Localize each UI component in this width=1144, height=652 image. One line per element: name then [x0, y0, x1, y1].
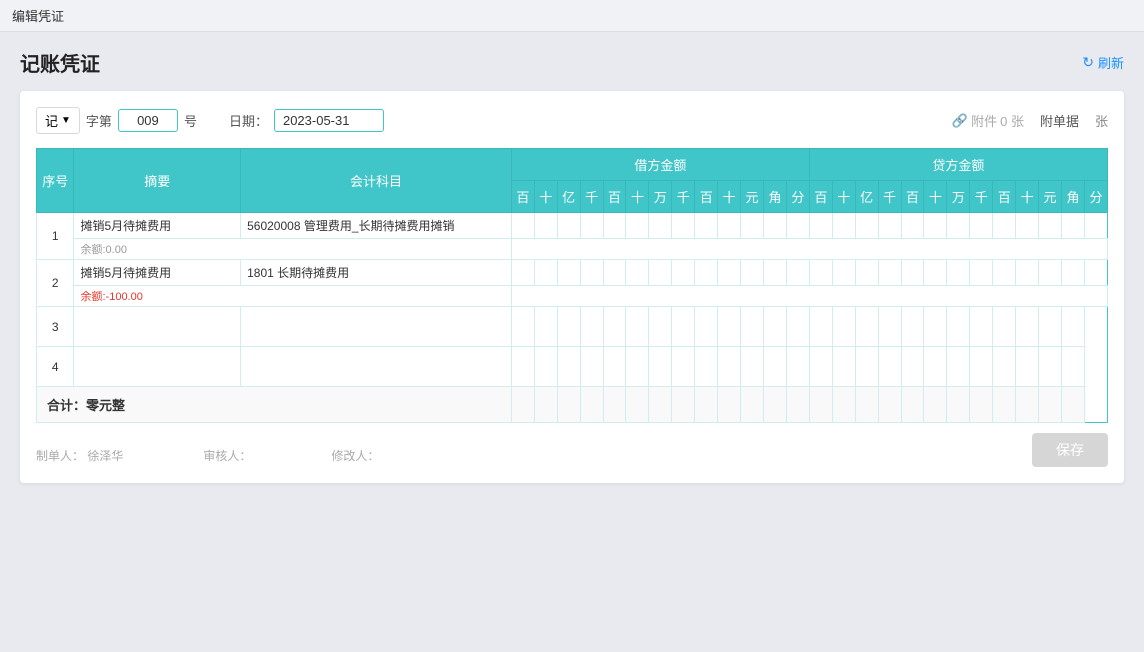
- voucher-table: 序号 摘要 会计科目 借方金额 贷方金额 百 十 亿 千 百 十 万 千 百: [36, 148, 1108, 423]
- debit-char-2: 十: [534, 181, 557, 213]
- table-row: 4: [37, 347, 1108, 387]
- header-summary: 摘要: [74, 149, 241, 213]
- hao-label: 号: [184, 111, 197, 130]
- creator-field: 制单人： 徐泽华: [36, 447, 123, 464]
- debit-char-5: 百: [603, 181, 626, 213]
- debit-char-1: 百: [511, 181, 534, 213]
- debit-char-10: 十: [718, 181, 741, 213]
- attachment-label: 附件: [971, 111, 997, 130]
- row1-summary[interactable]: 摊销5月待摊费用: [74, 213, 241, 239]
- voucher-number-input[interactable]: [118, 109, 178, 132]
- debit-char-7: 万: [649, 181, 672, 213]
- row3-seq: 3: [37, 307, 74, 347]
- zhang-label: 张: [1095, 111, 1108, 130]
- credit-char-11: 元: [1039, 181, 1062, 213]
- modifier-field: 修改人：: [331, 447, 379, 464]
- credit-char-5: 百: [901, 181, 924, 213]
- form-row: 记 ▼ 字第 号 日期： 🔗 附件 0 张 附单据 张: [36, 107, 1108, 134]
- table-row: 3: [37, 307, 1108, 347]
- date-label: 日期：: [229, 111, 268, 130]
- debit-char-4: 千: [580, 181, 603, 213]
- modifier-label: 修改人：: [331, 449, 379, 463]
- row1-seq: 1: [37, 213, 74, 260]
- credit-char-7: 万: [947, 181, 970, 213]
- table-row: 2 摊销5月待摊费用 1801 长期待摊费用: [37, 260, 1108, 286]
- refresh-button[interactable]: ↻ 刷新: [1082, 53, 1124, 72]
- credit-char-10: 十: [1016, 181, 1039, 213]
- header-credit: 贷方金额: [809, 149, 1107, 181]
- attachment-area: 🔗 附件 0 张 附单据 张: [952, 111, 1108, 130]
- table-row: 1 摊销5月待摊费用 56020008 管理费用_长期待摊费用摊销: [37, 213, 1108, 239]
- voucher-type-button[interactable]: 记 ▼: [36, 107, 80, 134]
- window-title: 编辑凭证: [12, 6, 64, 25]
- footer-area: 制单人： 徐泽华 审核人： 修改人： 保存: [36, 433, 1108, 467]
- debit-char-8: 千: [672, 181, 695, 213]
- row1-account[interactable]: 56020008 管理费用_长期待摊费用摊销: [241, 213, 512, 239]
- header-seq: 序号: [37, 149, 74, 213]
- voucher-card: 记 ▼ 字第 号 日期： 🔗 附件 0 张 附单据 张: [20, 91, 1124, 483]
- paperclip-icon: 🔗: [952, 113, 968, 129]
- attachment-count: 0 张: [1000, 111, 1024, 130]
- row2-seq: 2: [37, 260, 74, 307]
- voucher-type-value: 记: [45, 111, 58, 130]
- header-account: 会计科目: [241, 149, 512, 213]
- attach-single-label[interactable]: 附单据: [1040, 111, 1079, 130]
- header-debit: 借方金额: [511, 149, 809, 181]
- refresh-label: 刷新: [1098, 53, 1124, 72]
- row2-balance: 余额:-100.00: [74, 286, 511, 307]
- zidi-label: 字第: [86, 111, 112, 130]
- credit-char-1: 百: [809, 181, 832, 213]
- attachment-link[interactable]: 🔗 附件 0 张: [952, 111, 1024, 130]
- creator-name: 徐泽华: [87, 449, 123, 463]
- save-button[interactable]: 保存: [1032, 433, 1108, 467]
- date-field: 日期：: [229, 109, 384, 132]
- reviewer-field: 审核人：: [203, 447, 251, 464]
- credit-char-4: 千: [878, 181, 901, 213]
- total-label: 合计：零元整: [37, 387, 512, 423]
- credit-char-13: 分: [1084, 181, 1107, 213]
- main-content: 记账凭证 ↻ 刷新 记 ▼ 字第 号 日期： 🔗: [0, 32, 1144, 652]
- refresh-icon: ↻: [1082, 54, 1094, 71]
- credit-char-6: 十: [924, 181, 947, 213]
- row4-summary[interactable]: [74, 347, 241, 387]
- table-row-balance2: 余额:-100.00: [37, 286, 1108, 307]
- total-row: 合计：零元整: [37, 387, 1108, 423]
- row3-summary[interactable]: [74, 307, 241, 347]
- row2-summary[interactable]: 摊销5月待摊费用: [74, 260, 241, 286]
- footer-info: 制单人： 徐泽华 审核人： 修改人：: [36, 447, 379, 464]
- row2-account[interactable]: 1801 长期待摊费用: [241, 260, 512, 286]
- date-input[interactable]: [274, 109, 384, 132]
- credit-char-2: 十: [832, 181, 855, 213]
- debit-char-12: 角: [764, 181, 787, 213]
- debit-char-11: 元: [741, 181, 764, 213]
- dropdown-icon: ▼: [61, 115, 71, 126]
- row3-account[interactable]: [241, 307, 512, 347]
- reviewer-label: 审核人：: [203, 449, 251, 463]
- credit-char-12: 角: [1062, 181, 1085, 213]
- debit-char-9: 百: [695, 181, 718, 213]
- credit-char-9: 百: [993, 181, 1016, 213]
- debit-char-6: 十: [626, 181, 649, 213]
- debit-char-13: 分: [786, 181, 809, 213]
- creator-label: 制单人：: [36, 449, 84, 463]
- row1-balance: 余额:0.00: [74, 239, 511, 260]
- window-title-bar: 编辑凭证: [0, 0, 1144, 32]
- row4-seq: 4: [37, 347, 74, 387]
- debit-char-3: 亿: [557, 181, 580, 213]
- voucher-type-field: 记 ▼ 字第 号: [36, 107, 197, 134]
- credit-char-8: 千: [970, 181, 993, 213]
- row4-account[interactable]: [241, 347, 512, 387]
- page-title: 记账凭证: [20, 48, 100, 77]
- table-row-balance1: 余额:0.00: [37, 239, 1108, 260]
- credit-char-3: 亿: [855, 181, 878, 213]
- page-header: 记账凭证 ↻ 刷新: [20, 48, 1124, 77]
